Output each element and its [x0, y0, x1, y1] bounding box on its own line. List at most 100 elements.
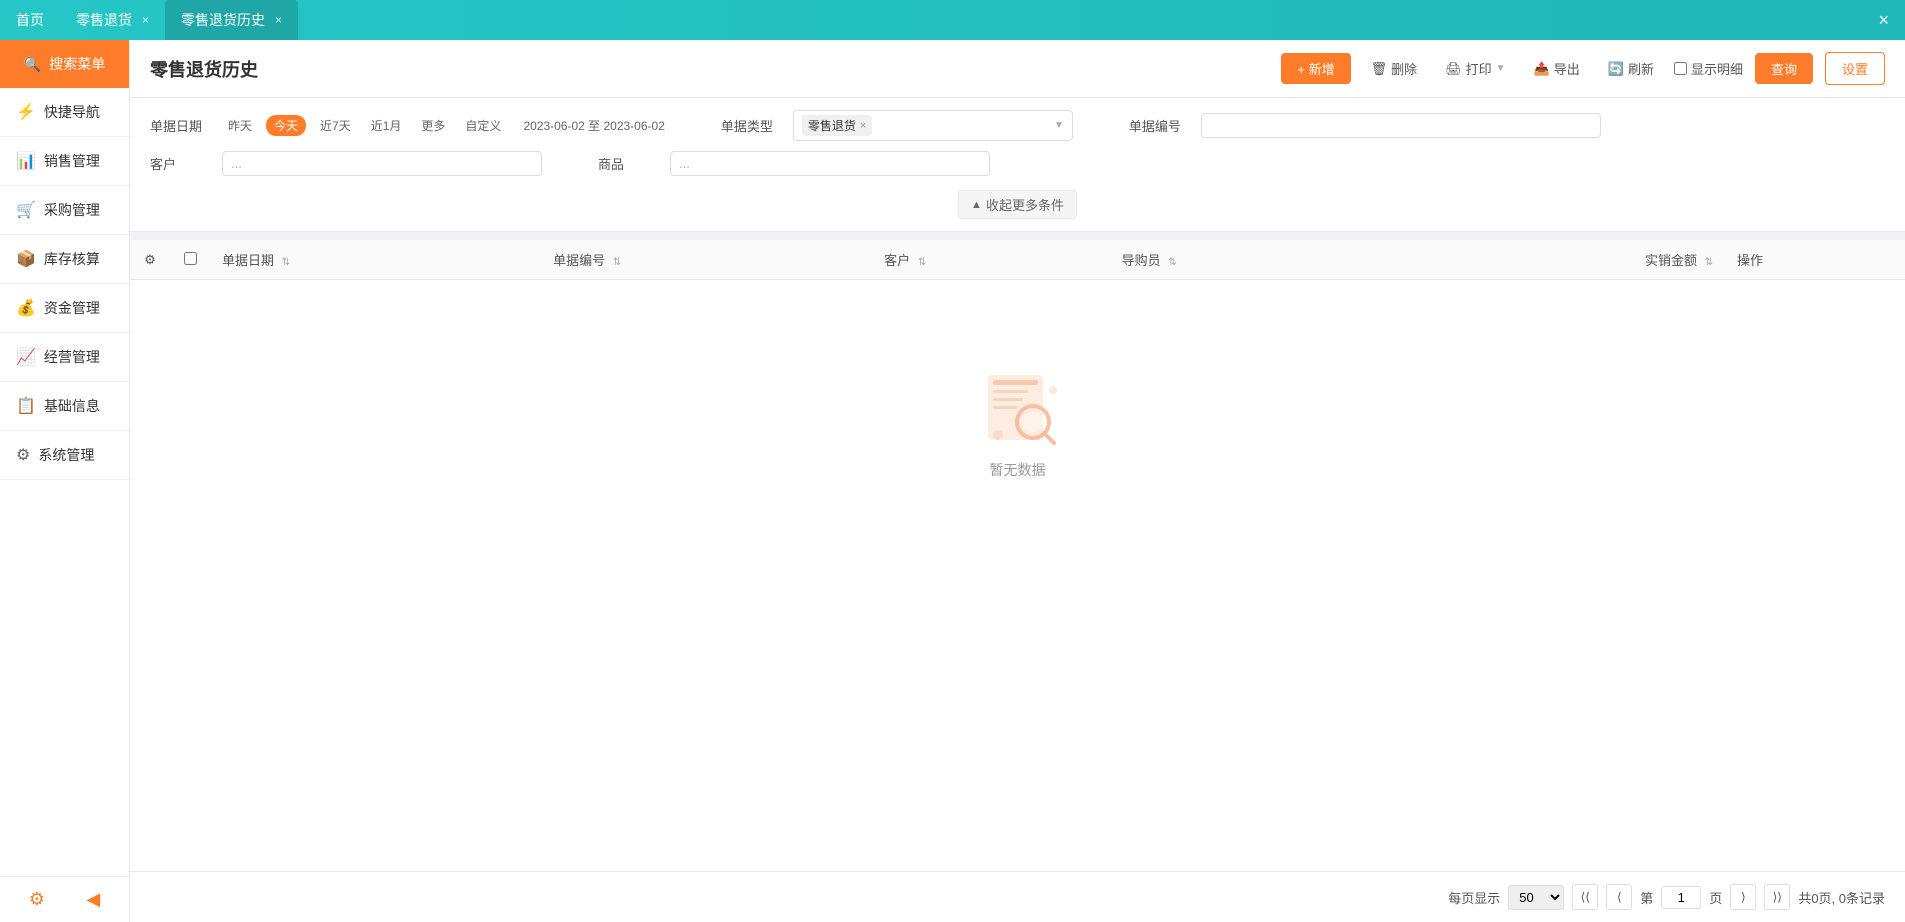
th-amount-label: 实销金额	[1645, 253, 1697, 268]
tab-retail-return-label: 零售退货	[76, 10, 132, 30]
th-number[interactable]: 单据编号 ⇅	[541, 240, 872, 280]
add-button[interactable]: + 新增	[1281, 53, 1350, 84]
date-range-display: 2023-06-02 至 2023-06-02	[523, 117, 664, 134]
date-btn-1month[interactable]: 近1月	[365, 115, 408, 136]
collapse-row: ▲ 收起更多条件	[150, 186, 1885, 219]
type-select-dropdown-icon: ▼	[1054, 120, 1064, 131]
sidebar-item-finance-label: 资金管理	[44, 298, 100, 318]
th-customer[interactable]: 客户 ⇅	[872, 240, 1110, 280]
th-guide[interactable]: 导购员 ⇅	[1110, 240, 1394, 280]
empty-text: 暂无数据	[990, 460, 1046, 480]
type-tag-label: 零售退货	[808, 117, 856, 134]
sidebar-item-basic-info-label: 基础信息	[44, 396, 100, 416]
page-input[interactable]	[1661, 886, 1701, 909]
sidebar-settings-button[interactable]: ⚙	[29, 889, 45, 910]
show-details-checkbox[interactable]	[1674, 62, 1687, 75]
sidebar-item-finance[interactable]: 💰 资金管理	[0, 284, 129, 333]
collapse-label: 收起更多条件	[986, 195, 1064, 214]
th-check[interactable]	[170, 240, 210, 280]
th-number-label: 单据编号	[553, 253, 605, 268]
purchase-icon: 🛒	[16, 200, 36, 220]
date-btn-custom[interactable]: 自定义	[459, 115, 507, 136]
tab-retail-return[interactable]: 零售退货 ×	[60, 0, 165, 40]
header-actions: + 新增 🗑 删除 🖨 打印 ▼ 📤 导出 🔄 刷新	[1281, 52, 1885, 85]
print-label: 打印	[1466, 59, 1492, 78]
tab-retail-return-close[interactable]: ×	[142, 13, 149, 27]
per-page-select[interactable]: 50 10 20 100	[1508, 885, 1564, 910]
inventory-icon: 📦	[16, 249, 36, 269]
customer-filter-input[interactable]: ...	[222, 151, 542, 176]
sidebar-item-operations[interactable]: 📈 经营管理	[0, 333, 129, 382]
prev-page-button[interactable]: ⟨	[1606, 884, 1632, 910]
tab-list: 首页 零售退货 × 零售退货历史 ×	[0, 0, 1862, 40]
page-title: 零售退货历史	[150, 56, 258, 82]
finance-icon: 💰	[16, 298, 36, 318]
sidebar-item-purchase[interactable]: 🛒 采购管理	[0, 186, 129, 235]
per-page-label: 每页显示	[1448, 888, 1500, 907]
sidebar-collapse-button[interactable]: ◀	[86, 889, 100, 910]
next-page-button[interactable]: ⟩	[1730, 884, 1756, 910]
th-ops: 操作	[1725, 240, 1905, 280]
tab-retail-return-history[interactable]: 零售退货历史 ×	[165, 0, 298, 40]
date-btn-today[interactable]: 今天	[266, 115, 306, 136]
date-btn-7days[interactable]: 近7天	[314, 115, 357, 136]
sidebar-item-operations-label: 经营管理	[44, 347, 100, 367]
date-btn-more[interactable]: 更多	[415, 115, 451, 136]
tab-home[interactable]: 首页	[0, 0, 60, 40]
sidebar-search[interactable]: 🔍 搜索菜单	[0, 40, 129, 88]
number-filter-input[interactable]	[1201, 113, 1601, 138]
sales-icon: 📊	[16, 151, 36, 171]
refresh-button[interactable]: 🔄 刷新	[1600, 55, 1662, 82]
print-button[interactable]: 🖨 打印 ▼	[1437, 55, 1513, 82]
sidebar-item-quick-nav[interactable]: ⚡ 快捷导航	[0, 88, 129, 137]
sidebar-item-inventory-label: 库存核算	[44, 249, 100, 269]
type-tag-close[interactable]: ×	[860, 120, 866, 132]
date-filter-buttons: 昨天 今天 近7天 近1月 更多 自定义	[222, 115, 507, 136]
th-amount-sort-icon: ⇅	[1705, 257, 1713, 268]
sidebar-item-inventory[interactable]: 📦 库存核算	[0, 235, 129, 284]
sidebar-item-sales[interactable]: 📊 销售管理	[0, 137, 129, 186]
th-amount[interactable]: 实销金额 ⇅	[1394, 240, 1725, 280]
delete-label: 删除	[1391, 59, 1417, 78]
print-icon: 🖨	[1445, 61, 1462, 77]
filter-area: 单据日期 昨天 今天 近7天 近1月 更多 自定义 2023-06-02 至 2…	[130, 98, 1905, 232]
tab-home-label: 首页	[16, 10, 44, 30]
th-customer-sort-icon: ⇅	[918, 257, 926, 268]
date-btn-yesterday[interactable]: 昨天	[222, 115, 258, 136]
th-date[interactable]: 单据日期 ⇅	[210, 240, 541, 280]
export-button[interactable]: 📤 导出	[1526, 55, 1588, 82]
refresh-icon: 🔄	[1608, 61, 1624, 77]
last-page-button[interactable]: ⟩⟩	[1764, 884, 1790, 910]
date-filter-label: 单据日期	[150, 116, 206, 135]
th-settings[interactable]: ⚙	[130, 240, 170, 280]
tab-retail-return-history-close[interactable]: ×	[275, 13, 282, 27]
sidebar-item-system[interactable]: ⚙ 系统管理	[0, 431, 129, 480]
settings-button[interactable]: 设置	[1825, 52, 1885, 85]
sidebar-bottom: ⚙ ◀	[0, 876, 129, 922]
page-unit: 页	[1709, 888, 1722, 907]
goods-dots: ...	[679, 156, 690, 171]
sidebar-item-purchase-label: 采购管理	[44, 200, 100, 220]
page-label: 第	[1640, 888, 1653, 907]
refresh-label: 刷新	[1628, 59, 1654, 78]
window-close-button[interactable]: ×	[1862, 10, 1905, 31]
first-page-button[interactable]: ⟨⟨	[1572, 884, 1598, 910]
system-icon: ⚙	[16, 445, 30, 465]
th-date-label: 单据日期	[222, 253, 274, 268]
query-button[interactable]: 查询	[1755, 53, 1813, 84]
main-layout: 🔍 搜索菜单 ⚡ 快捷导航 📊 销售管理 🛒 采购管理 📦 库存核算 💰 资金管…	[0, 40, 1905, 922]
sidebar-search-label: 搜索菜单	[49, 54, 105, 74]
sidebar-item-basic-info[interactable]: 📋 基础信息	[0, 382, 129, 431]
quick-nav-icon: ⚡	[16, 102, 36, 122]
type-filter-select[interactable]: 零售退货 × ▼	[793, 110, 1073, 141]
delete-button[interactable]: 🗑 删除	[1363, 55, 1426, 82]
filter-row-2: 客户 ... 商品 ...	[150, 151, 1885, 176]
goods-filter-input[interactable]: ...	[670, 151, 990, 176]
show-details-toggle[interactable]: 显示明细	[1674, 59, 1743, 78]
collapse-button[interactable]: ▲ 收起更多条件	[958, 190, 1077, 219]
pagination: 每页显示 50 10 20 100 ⟨⟨ ⟨ 第 页 ⟩ ⟩⟩ 共0页, 0条记…	[130, 871, 1905, 922]
export-icon: 📤	[1534, 61, 1550, 77]
column-settings-icon[interactable]: ⚙	[144, 252, 156, 267]
select-all-checkbox[interactable]	[184, 252, 197, 265]
collapse-up-icon: ▲	[971, 199, 982, 211]
